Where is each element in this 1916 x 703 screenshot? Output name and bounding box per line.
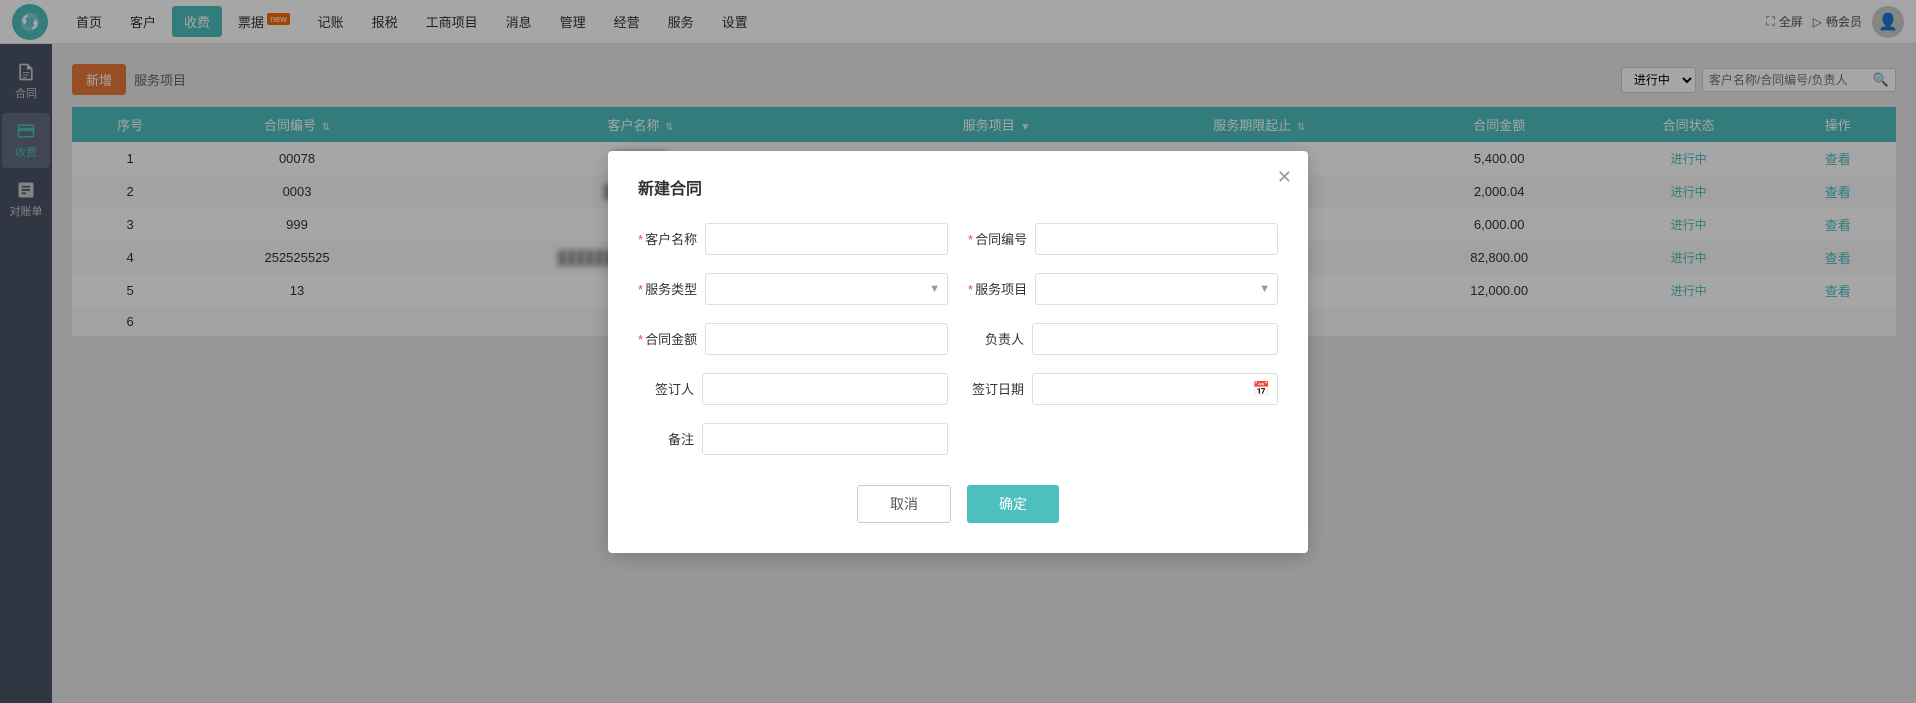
modal-footer: 取消 确定 bbox=[638, 485, 1278, 523]
form-group-amount: *合同金额 0.00 bbox=[638, 323, 948, 355]
modal-title: 新建合同 bbox=[638, 175, 1278, 199]
responsible-input[interactable] bbox=[1032, 323, 1278, 355]
form-row-5: 备注 bbox=[638, 423, 1278, 455]
form-group-contract-no: *合同编号 bbox=[968, 223, 1278, 255]
modal-dialog: 新建合同 ✕ *客户名称 *合同编号 *服务类型 bbox=[608, 151, 1308, 553]
service-item-label: *服务项目 bbox=[968, 279, 1027, 298]
amount-input[interactable]: 0.00 bbox=[705, 323, 948, 355]
signer-input[interactable] bbox=[702, 373, 948, 405]
client-name-input[interactable] bbox=[705, 223, 948, 255]
remark-spacer bbox=[968, 423, 1278, 455]
form-row-1: *客户名称 *合同编号 bbox=[638, 223, 1278, 255]
form-group-service-item: *服务项目 ▼ bbox=[968, 273, 1278, 305]
required-star-3: * bbox=[638, 282, 643, 297]
client-name-label: *客户名称 bbox=[638, 229, 697, 248]
sign-date-label: 签订日期 bbox=[968, 379, 1024, 398]
service-type-wrapper: ▼ bbox=[705, 273, 948, 305]
form-group-responsible: 负责人 bbox=[968, 323, 1278, 355]
responsible-label: 负责人 bbox=[968, 329, 1024, 348]
required-star-5: * bbox=[638, 332, 643, 347]
modal-overlay[interactable]: 新建合同 ✕ *客户名称 *合同编号 *服务类型 bbox=[0, 0, 1916, 703]
modal-close-button[interactable]: ✕ bbox=[1277, 167, 1292, 188]
sign-date-input[interactable]: 2023-06-06 bbox=[1032, 373, 1278, 405]
signer-label: 签订人 bbox=[638, 379, 694, 398]
remark-input[interactable] bbox=[702, 423, 948, 455]
form-group-service-type: *服务类型 ▼ bbox=[638, 273, 948, 305]
service-item-select[interactable] bbox=[1035, 273, 1278, 305]
sign-date-wrapper: 2023-06-06 📅 bbox=[1032, 373, 1278, 405]
contract-no-label: *合同编号 bbox=[968, 229, 1027, 248]
service-type-select[interactable] bbox=[705, 273, 948, 305]
required-star-2: * bbox=[968, 232, 973, 247]
service-item-wrapper: ▼ bbox=[1035, 273, 1278, 305]
form-group-sign-date: 签订日期 2023-06-06 📅 bbox=[968, 373, 1278, 405]
remark-label: 备注 bbox=[638, 429, 694, 448]
confirm-button[interactable]: 确定 bbox=[967, 485, 1059, 523]
form-row-3: *合同金额 0.00 负责人 bbox=[638, 323, 1278, 355]
contract-no-input[interactable] bbox=[1035, 223, 1278, 255]
required-star: * bbox=[638, 232, 643, 247]
required-star-4: * bbox=[968, 282, 973, 297]
service-type-label: *服务类型 bbox=[638, 279, 697, 298]
cancel-button[interactable]: 取消 bbox=[857, 485, 951, 523]
form-group-client: *客户名称 bbox=[638, 223, 948, 255]
form-group-remark: 备注 bbox=[638, 423, 948, 455]
form-row-4: 签订人 签订日期 2023-06-06 📅 bbox=[638, 373, 1278, 405]
amount-label: *合同金额 bbox=[638, 329, 697, 348]
form-row-2: *服务类型 ▼ *服务项目 ▼ bbox=[638, 273, 1278, 305]
form-group-signer: 签订人 bbox=[638, 373, 948, 405]
